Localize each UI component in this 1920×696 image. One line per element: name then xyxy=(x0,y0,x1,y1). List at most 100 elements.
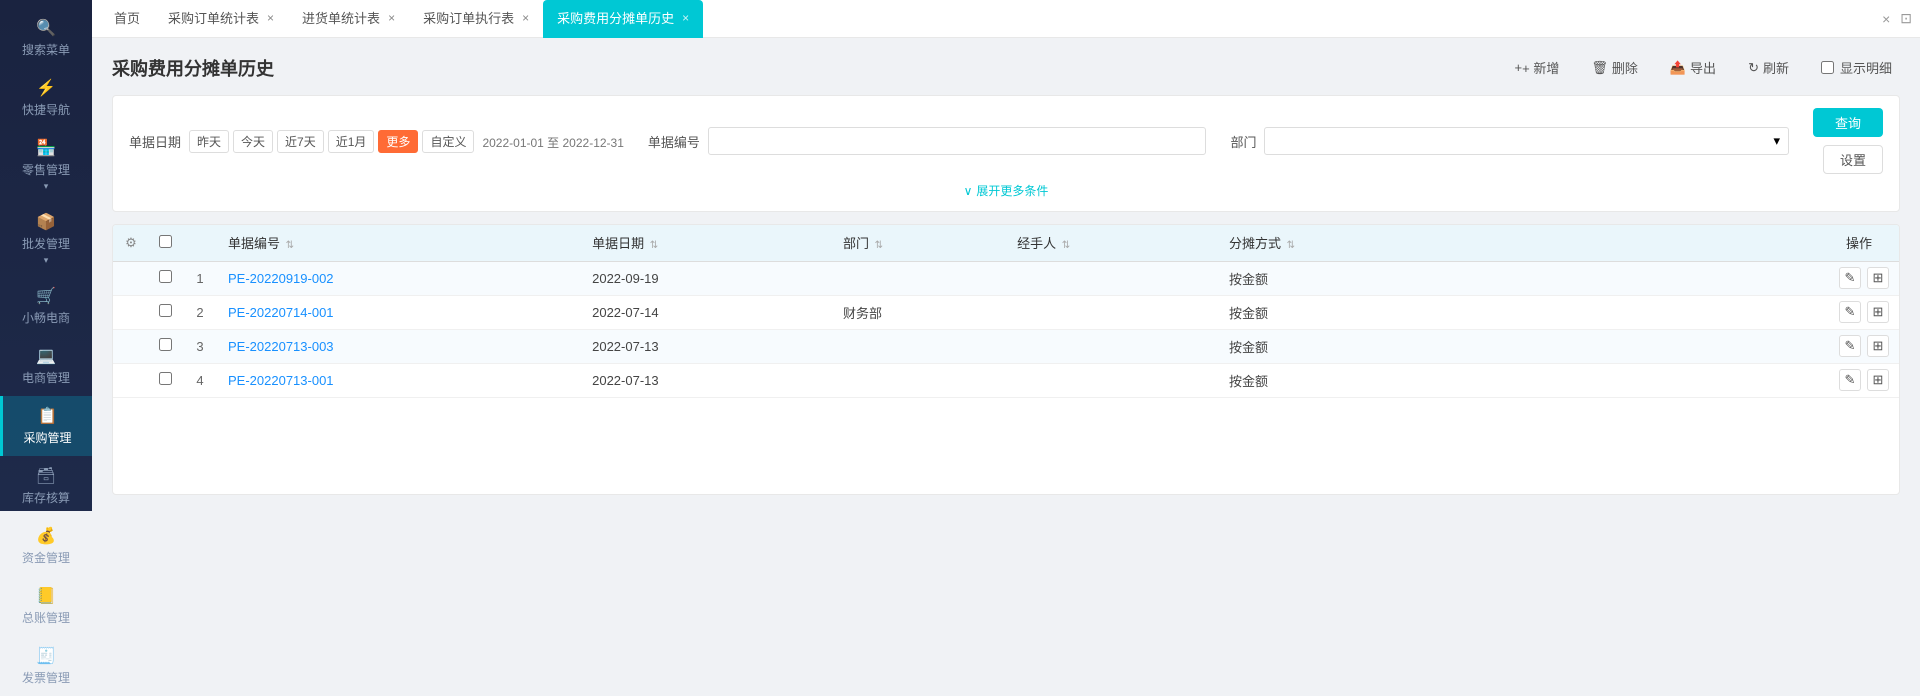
sidebar-item-ecommerce[interactable]: 💻 电商管理 xyxy=(0,336,92,396)
row-date: 2022-07-14 xyxy=(582,295,833,329)
row-select-checkbox[interactable] xyxy=(159,270,172,283)
tab-purchase-goods-stats[interactable]: 进货单统计表 × xyxy=(288,0,409,38)
date-btn-7days[interactable]: 近7天 xyxy=(277,130,324,153)
tab-purchase-order-stats[interactable]: 采购订单统计表 × xyxy=(154,0,288,38)
sidebar-item-finance[interactable]: 💰 资金管理 xyxy=(0,516,92,576)
row-checkbox-cell[interactable] xyxy=(149,329,182,363)
row-action-cell: ✎ ⊞ xyxy=(1819,363,1899,397)
sidebar-item-label: 发票管理 xyxy=(22,669,70,686)
sort-dept-icon[interactable]: ⇅ xyxy=(875,240,883,251)
settings-button[interactable]: 设置 xyxy=(1823,145,1883,174)
date-btn-today[interactable]: 今天 xyxy=(233,130,273,153)
row-handler xyxy=(1007,363,1219,397)
content-area: 采购费用分摊单历史 + + 新增 🗑 删除 📤 导出 ↻ 刷新 xyxy=(92,38,1920,511)
row-edit-icon[interactable]: ✎ xyxy=(1839,301,1861,323)
table-col-docnum: 单据编号 ⇅ xyxy=(218,225,582,261)
refresh-button[interactable]: ↻ 刷新 xyxy=(1740,54,1797,81)
doc-num-link[interactable]: PE-20220713-003 xyxy=(228,339,334,354)
tab-home[interactable]: 首页 xyxy=(100,0,154,38)
sidebar-item-micro[interactable]: 🛒 小畅电商 xyxy=(0,276,92,336)
row-docnum: PE-20220714-001 xyxy=(218,295,582,329)
export-button[interactable]: 📤 导出 xyxy=(1662,54,1724,81)
table-row: 4 PE-20220713-001 2022-07-13 按金额 ✎ ⊞ xyxy=(113,363,1899,397)
table-header-row: ⚙ 单据编号 ⇅ 单据日期 ⇅ xyxy=(113,225,1899,261)
row-num: 4 xyxy=(182,363,218,397)
maximize-icon[interactable]: ⊡ xyxy=(1900,10,1912,27)
row-more-icon[interactable]: ⊞ xyxy=(1867,369,1889,391)
table-col-gear[interactable]: ⚙ xyxy=(113,225,149,261)
sort-date-icon[interactable]: ⇅ xyxy=(650,240,658,251)
row-handler xyxy=(1007,261,1219,295)
row-more-icon[interactable]: ⊞ xyxy=(1867,301,1889,323)
sidebar: 🔍 搜索菜单 ⚡ 快捷导航 🏪 零售管理 ▾ 📦 批发管理 ▾ 🛒 小畅电商 💻… xyxy=(0,0,92,511)
filter-actions: 查询 设置 xyxy=(1813,108,1883,174)
row-more-icon[interactable]: ⊞ xyxy=(1867,267,1889,289)
date-btn-custom[interactable]: 自定义 xyxy=(422,130,474,153)
sort-split-icon[interactable]: ⇅ xyxy=(1287,240,1295,251)
purchase-icon: 📋 xyxy=(38,406,58,426)
sidebar-item-label: 零售管理 xyxy=(22,161,70,178)
row-select-checkbox[interactable] xyxy=(159,304,172,317)
row-edit-icon[interactable]: ✎ xyxy=(1839,335,1861,357)
table-col-handler: 经手人 ⇅ xyxy=(1007,225,1219,261)
sort-docnum-icon[interactable]: ⇅ xyxy=(286,240,294,251)
sidebar-item-search[interactable]: 🔍 搜索菜单 xyxy=(0,8,92,68)
sidebar-item-inventory[interactable]: 🗃 库存核算 xyxy=(0,456,92,516)
table-col-select-all[interactable] xyxy=(149,225,182,261)
table-row: 1 PE-20220919-002 2022-09-19 按金额 ✎ ⊞ xyxy=(113,261,1899,295)
expand-conditions-button[interactable]: ∨ 展开更多条件 xyxy=(129,182,1883,199)
filter-date-buttons: 昨天 今天 近7天 近1月 更多 自定义 xyxy=(189,130,474,153)
sidebar-item-label: 小畅电商 xyxy=(22,309,70,326)
row-action-cell: ✎ ⊞ xyxy=(1819,295,1899,329)
docnum-filter-input[interactable] xyxy=(708,127,1207,155)
sidebar-item-invoice[interactable]: 🧾 发票管理 xyxy=(0,636,92,696)
date-range-text: 2022-01-01 至 2022-12-31 xyxy=(482,134,623,151)
sidebar-item-label: 库存核算 xyxy=(22,489,70,506)
tab-purchase-order-exec[interactable]: 采购订单执行表 × xyxy=(409,0,543,38)
doc-num-link[interactable]: PE-20220919-002 xyxy=(228,271,334,286)
sidebar-item-label: 资金管理 xyxy=(22,549,70,566)
sort-handler-icon[interactable]: ⇅ xyxy=(1062,240,1070,251)
query-button[interactable]: 查询 xyxy=(1813,108,1883,137)
row-checkbox-cell[interactable] xyxy=(149,363,182,397)
row-checkbox-cell[interactable] xyxy=(149,261,182,295)
tab-purchase-fee-history[interactable]: 采购费用分摊单历史 × xyxy=(543,0,703,38)
sidebar-item-wholesale[interactable]: 📦 批发管理 ▾ xyxy=(0,202,92,276)
row-checkbox-cell[interactable] xyxy=(149,295,182,329)
row-split-method: 按金额 xyxy=(1219,295,1819,329)
row-select-checkbox[interactable] xyxy=(159,338,172,351)
display-cols-checkbox[interactable] xyxy=(1821,61,1834,74)
chevron-down-icon: ▾ xyxy=(44,255,49,266)
dept-filter-select[interactable]: ▾ xyxy=(1264,127,1789,155)
row-edit-icon[interactable]: ✎ xyxy=(1839,267,1861,289)
export-icon: 📤 xyxy=(1670,60,1686,76)
tab-close-purchase-fee-history[interactable]: × xyxy=(682,11,689,25)
select-all-checkbox[interactable] xyxy=(159,235,172,248)
tab-close-purchase-order-exec[interactable]: × xyxy=(522,11,529,25)
sidebar-item-purchase[interactable]: 📋 采购管理 xyxy=(0,396,92,456)
doc-num-link[interactable]: PE-20220714-001 xyxy=(228,305,334,320)
sidebar-item-label: 搜索菜单 xyxy=(22,41,70,58)
date-btn-more[interactable]: 更多 xyxy=(378,130,418,153)
row-select-checkbox[interactable] xyxy=(159,372,172,385)
date-btn-1month[interactable]: 近1月 xyxy=(328,130,375,153)
doc-num-link[interactable]: PE-20220713-001 xyxy=(228,373,334,388)
add-button[interactable]: + + 新增 xyxy=(1507,54,1568,81)
close-window-icon[interactable]: × xyxy=(1882,11,1890,27)
row-action-cell: ✎ ⊞ xyxy=(1819,329,1899,363)
delete-icon: 🗑 xyxy=(1591,60,1608,76)
filter-dept-group: 部门 ▾ xyxy=(1230,127,1789,155)
display-cols-button[interactable]: 显示明细 xyxy=(1813,54,1900,81)
tab-close-purchase-goods-stats[interactable]: × xyxy=(388,11,395,25)
row-more-icon[interactable]: ⊞ xyxy=(1867,335,1889,357)
row-edit-icon[interactable]: ✎ xyxy=(1839,369,1861,391)
expand-icon: ∨ xyxy=(964,184,973,198)
sidebar-item-ledger[interactable]: 📒 总账管理 xyxy=(0,576,92,636)
date-btn-yesterday[interactable]: 昨天 xyxy=(189,130,229,153)
delete-button[interactable]: 🗑 删除 xyxy=(1583,54,1646,81)
sidebar-item-label: 总账管理 xyxy=(22,609,70,626)
table-col-dept: 部门 ⇅ xyxy=(833,225,1007,261)
sidebar-item-nav[interactable]: ⚡ 快捷导航 xyxy=(0,68,92,128)
tab-close-purchase-order-stats[interactable]: × xyxy=(267,11,274,25)
sidebar-item-retail[interactable]: 🏪 零售管理 ▾ xyxy=(0,128,92,202)
